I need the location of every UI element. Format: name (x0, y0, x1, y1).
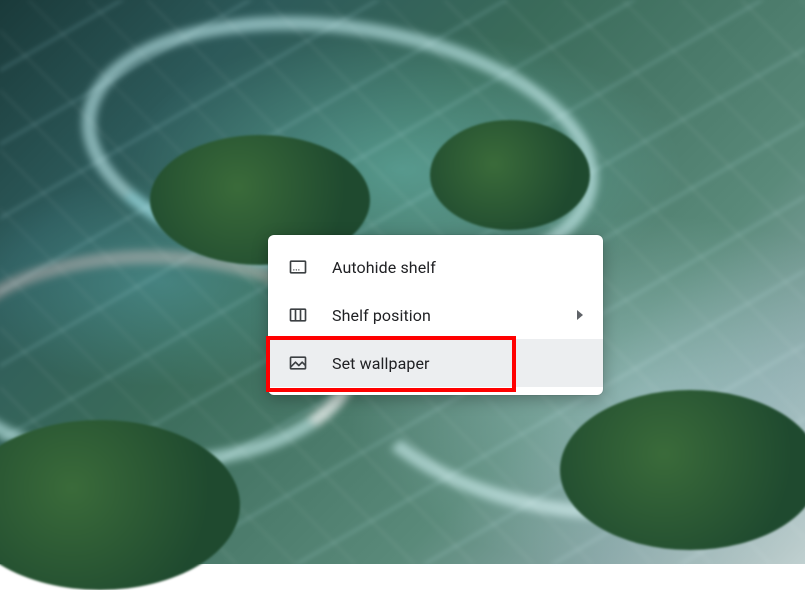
menu-label: Autohide shelf (332, 258, 583, 277)
menu-item-shelf-position[interactable]: Shelf position (268, 291, 603, 339)
autohide-shelf-icon (288, 257, 308, 277)
chevron-right-icon (577, 310, 583, 320)
desktop-context-menu: Autohide shelf Shelf position Set wallpa… (268, 235, 603, 395)
set-wallpaper-icon (288, 353, 308, 373)
shelf-position-icon (288, 305, 308, 325)
menu-label: Set wallpaper (332, 354, 583, 373)
menu-item-set-wallpaper[interactable]: Set wallpaper (268, 339, 603, 387)
menu-label: Shelf position (332, 306, 569, 325)
menu-item-autohide-shelf[interactable]: Autohide shelf (268, 243, 603, 291)
